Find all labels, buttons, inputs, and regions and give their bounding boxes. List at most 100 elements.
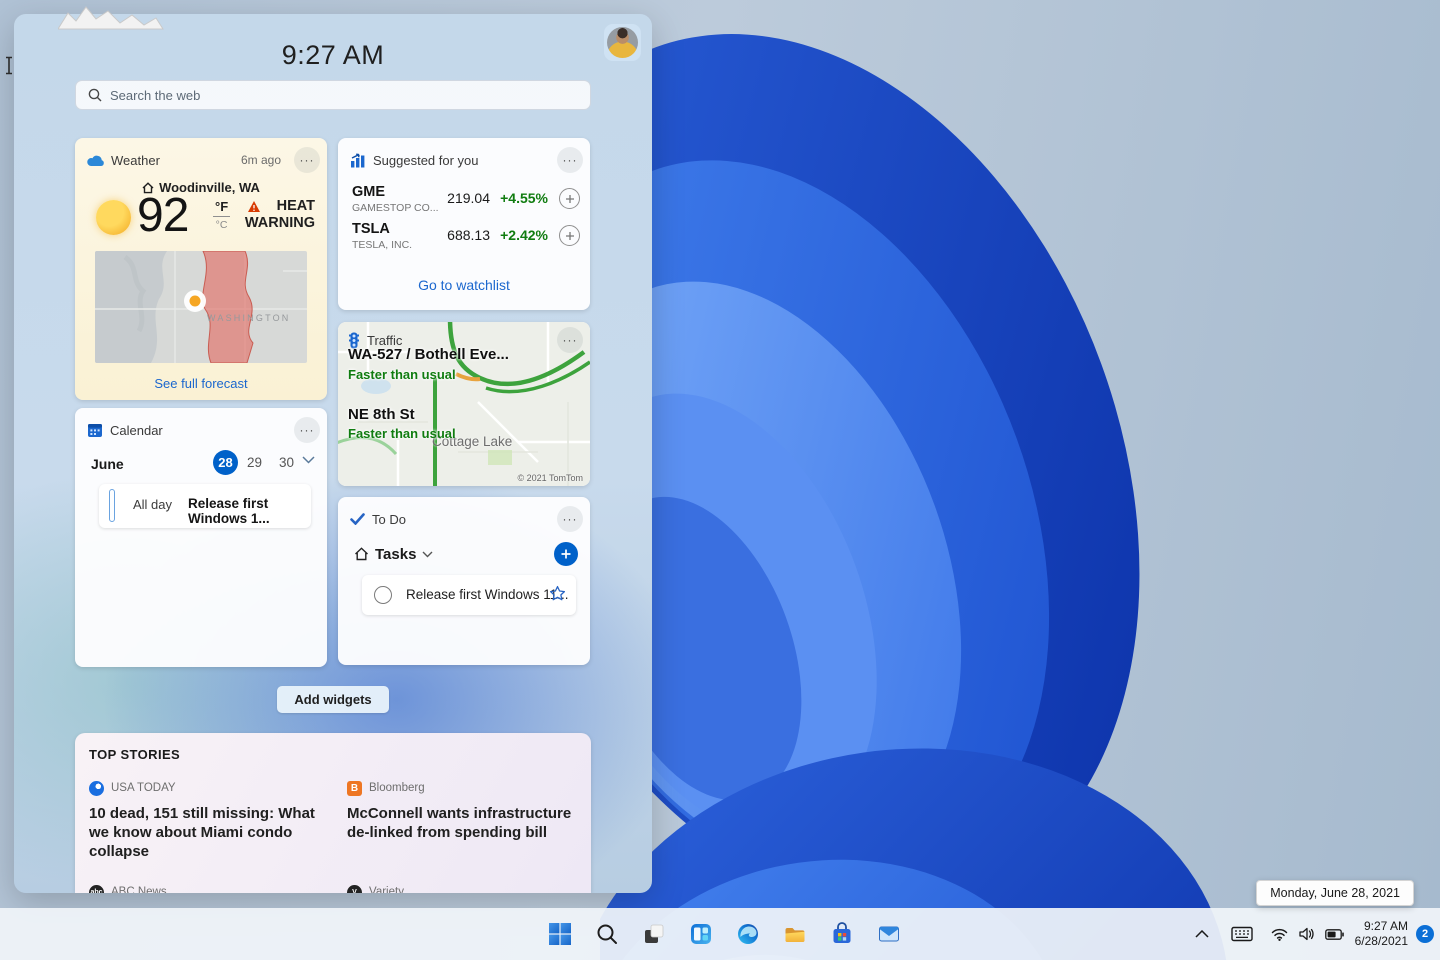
temperature-value: 92 (137, 189, 189, 242)
todo-menu-button[interactable]: ··· (557, 506, 583, 532)
warning-icon (248, 201, 260, 212)
stock-row-gme[interactable]: GME GAMESTOP CO... 219.04 +4.55% (352, 182, 580, 218)
article-headline[interactable]: McConnell wants infrastructure de-linked… (347, 804, 587, 842)
search-icon (597, 924, 617, 944)
taskbar: 9:27 AM 6/28/2021 2 (0, 908, 1440, 960)
add-widgets-button[interactable]: Add widgets (277, 686, 389, 713)
calendar-title: Calendar (110, 422, 163, 438)
news-article[interactable]: USA TODAY 10 dead, 151 still missing: Wh… (89, 779, 337, 861)
volume-icon (1299, 927, 1314, 941)
article-headline[interactable]: 10 dead, 151 still missing: What we know… (89, 804, 337, 861)
weather-title: Weather (111, 152, 160, 168)
news-article[interactable]: B Bloomberg McConnell wants infrastructu… (347, 779, 587, 842)
news-article[interactable]: V Variety (347, 883, 404, 893)
microsoft-store-icon (833, 922, 851, 943)
chevron-up-icon (1195, 930, 1209, 938)
usatoday-logo-icon (89, 780, 104, 796)
notification-badge[interactable]: 2 (1416, 925, 1434, 943)
task-checkbox[interactable] (374, 586, 392, 604)
traffic-menu-button[interactable]: ··· (557, 327, 583, 353)
chevron-down-icon[interactable] (302, 456, 315, 464)
task-view-icon (645, 924, 664, 943)
calendar-event[interactable]: All day Release first Windows 1... (99, 484, 311, 528)
calendar-day-30[interactable]: 30 (279, 455, 294, 470)
touch-keyboard-icon (1230, 926, 1253, 942)
system-tray-indicators[interactable] (1265, 915, 1351, 953)
add-to-watchlist-button[interactable] (559, 188, 580, 209)
plus-icon (565, 231, 574, 240)
weather-menu-button[interactable]: ··· (294, 147, 320, 173)
panel-clock: 9:27 AM (281, 40, 385, 70)
touch-keyboard-button[interactable] (1223, 915, 1261, 953)
widgets-button[interactable] (681, 914, 721, 954)
todo-list-name[interactable]: Tasks (375, 546, 416, 563)
paper-scrap-decoration (58, 6, 164, 30)
weather-cloud-icon (87, 155, 104, 166)
calendar-day-28[interactable]: 28 (213, 450, 238, 475)
stocks-widget[interactable]: Suggested for you ··· GME GAMESTOP CO...… (338, 138, 590, 310)
variety-logo-icon: V (347, 884, 362, 893)
web-search-bar[interactable] (75, 80, 591, 110)
weather-updated: 6m ago (240, 153, 281, 167)
todo-task-item[interactable]: Release first Windows 11... (362, 575, 576, 615)
wifi-icon (1271, 928, 1288, 941)
event-color-bar (109, 489, 115, 522)
star-icon (549, 585, 566, 601)
heat-warning-label: HEAT WARNING (244, 198, 315, 231)
tray-date: 6/28/2021 (1354, 934, 1408, 948)
see-full-forecast-link[interactable]: See full forecast (75, 376, 327, 391)
stocks-menu-button[interactable]: ··· (557, 147, 583, 173)
clock-tray[interactable]: 9:27 AM 6/28/2021 (1351, 915, 1412, 953)
traffic-status-1: Faster than usual (348, 367, 456, 382)
calendar-day-29[interactable]: 29 (247, 455, 262, 470)
profile-button[interactable] (604, 24, 641, 61)
windows-logo-icon (549, 923, 571, 945)
microsoft-store-button[interactable] (822, 914, 862, 954)
start-button[interactable] (540, 914, 580, 954)
mail-button[interactable] (869, 914, 909, 954)
search-input[interactable] (110, 87, 590, 103)
weather-map[interactable]: WASHINGTON (95, 251, 307, 363)
traffic-widget[interactable]: Traffic ··· WA-527 / Bothell Eve... Fast… (338, 322, 590, 486)
mail-icon (879, 926, 899, 942)
plus-icon (565, 194, 574, 203)
calendar-month: June (91, 456, 124, 472)
go-to-watchlist-link[interactable]: Go to watchlist (338, 277, 590, 293)
calendar-menu-button[interactable]: ··· (294, 417, 320, 443)
add-to-watchlist-button[interactable] (559, 225, 580, 246)
show-hidden-icons-button[interactable] (1187, 915, 1217, 953)
search-icon (88, 88, 102, 102)
date-tooltip: Monday, June 28, 2021 (1256, 880, 1414, 906)
task-star-button[interactable] (549, 585, 566, 605)
traffic-route-1: WA-527 / Bothell Eve... (348, 346, 509, 363)
chevron-down-icon[interactable] (422, 551, 433, 558)
stocks-title: Suggested for you (373, 152, 479, 168)
stock-row-tsla[interactable]: TSLA TESLA, INC. 688.13 +2.42% (352, 219, 580, 255)
article-source: Bloomberg (369, 782, 425, 794)
todo-widget[interactable]: To Do ··· Tasks Release first Windows 11… (338, 497, 590, 665)
task-view-button[interactable] (634, 914, 674, 954)
edge-button[interactable] (728, 914, 768, 954)
widgets-icon (691, 924, 711, 944)
plus-icon (561, 549, 571, 559)
article-source: ABC News (111, 886, 167, 893)
todo-check-icon (350, 513, 365, 525)
wallpaper-bloom (600, 34, 1229, 960)
top-stories-card: TOP STORIES USA TODAY 10 dead, 151 still… (75, 733, 591, 893)
event-title: Release first Windows 1... (188, 496, 270, 526)
bloomberg-logo-icon: B (347, 780, 362, 796)
news-article[interactable]: abc ABC News (89, 883, 167, 893)
add-task-button[interactable] (554, 542, 578, 566)
file-explorer-button[interactable] (775, 914, 815, 954)
top-stories-title: TOP STORIES (89, 747, 181, 762)
task-title: Release first Windows 11... (406, 587, 569, 602)
abcnews-logo-icon: abc (89, 884, 104, 893)
weather-map-region-label: WASHINGTON (207, 313, 291, 323)
traffic-route-2: NE 8th St (348, 406, 415, 423)
taskbar-search-button[interactable] (587, 914, 627, 954)
weather-widget[interactable]: Weather 6m ago ··· Woodinville, WA 92 °F… (75, 138, 327, 400)
stocks-chart-icon (351, 152, 365, 167)
calendar-widget[interactable]: Calendar ··· June 28 29 30 All day Relea… (75, 408, 327, 667)
event-time: All day (133, 497, 173, 512)
file-explorer-icon (785, 928, 805, 942)
